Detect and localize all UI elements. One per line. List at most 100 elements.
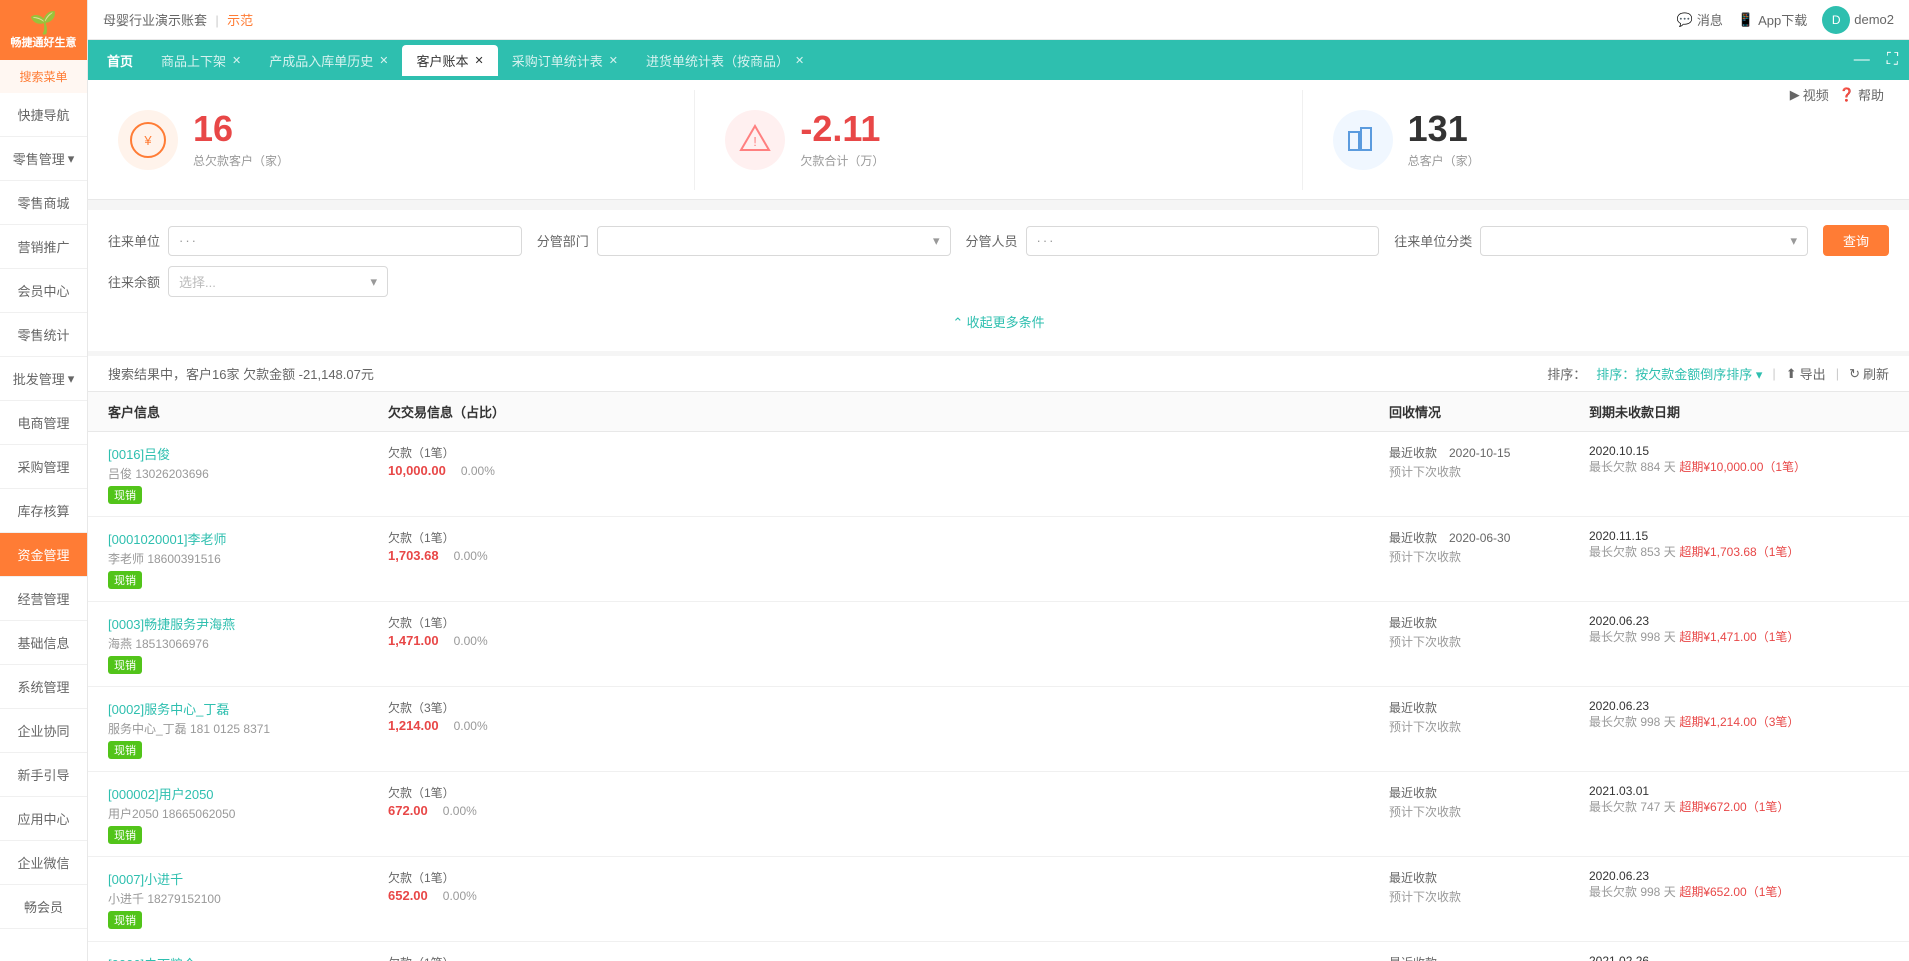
tab-products-offline[interactable]: 商品上下架 ✕ — [147, 45, 255, 76]
tab-close-icon[interactable]: ✕ — [475, 54, 484, 67]
debt-percent: 0.00% — [443, 889, 477, 903]
sidebar-item-member-plus[interactable]: 畅会员 — [0, 885, 87, 929]
debt-label: 欠款（1笔） — [388, 869, 1389, 886]
sidebar-item-app-center[interactable]: 应用中心 — [0, 797, 87, 841]
query-button[interactable]: 查询 — [1823, 225, 1889, 256]
chevron-down-icon: ▾ — [370, 274, 377, 290]
sidebar-item-retail-mgmt[interactable]: 零售管理 ▾ — [0, 137, 87, 181]
total-debt-label: 欠款合计（万） — [800, 152, 884, 169]
overdue-amount[interactable]: 超期¥10,000.00（1笔） — [1679, 460, 1806, 474]
customer-name[interactable]: [000002]用户2050 — [108, 784, 388, 803]
main-content: 母婴行业演示账套 | 示范 💬 消息 📱 App下载 D demo2 首页 商品… — [88, 0, 1909, 961]
refresh-button[interactable]: ↻ 刷新 — [1849, 364, 1889, 383]
sort-button[interactable]: 排序：按欠款金额倒序排序 ▾ — [1596, 364, 1762, 383]
debtors-label: 总欠款客户（家） — [193, 152, 289, 169]
search-menu[interactable]: 搜索菜单 — [0, 60, 87, 93]
overdue-info-row: 最长欠款 884 天 超期¥10,000.00（1笔） — [1589, 458, 1889, 475]
message-button[interactable]: 💬 消息 — [1677, 10, 1723, 29]
app-logo: 🌱 畅捷通好生意 — [0, 0, 87, 60]
sidebar-item-base-info[interactable]: 基础信息 — [0, 621, 87, 665]
sidebar-item-quick-nav[interactable]: 快捷导航 — [0, 93, 87, 137]
export-button[interactable]: ⬆ 导出 — [1786, 364, 1826, 383]
sidebar-item-member[interactable]: 会员中心 — [0, 269, 87, 313]
customer-info-cell: [0002]服务中心_丁磊 服务中心_丁磊 181 0125 8371 现销 — [108, 699, 388, 759]
tab-close-icon[interactable]: ✕ — [609, 54, 618, 67]
overdue-amount[interactable]: 超期¥1,214.00（3笔） — [1679, 715, 1799, 729]
tab-import-stats[interactable]: 进货单统计表（按商品） ✕ — [632, 45, 818, 76]
debt-amount[interactable]: 1,214.00 — [388, 718, 439, 733]
sidebar-item-inventory[interactable]: 库存核算 — [0, 489, 87, 533]
customer-name[interactable]: [0002]服务中心_丁磊 — [108, 699, 388, 718]
sidebar-item-new-guide[interactable]: 新手引导 — [0, 753, 87, 797]
maximize-icon[interactable]: ⛶ — [1881, 49, 1904, 71]
minimize-icon[interactable]: — — [1848, 49, 1876, 71]
help-link[interactable]: ❓ 帮助 — [1839, 85, 1884, 104]
sidebar-item-enterprise[interactable]: 企业协同 — [0, 709, 87, 753]
collection-label: 最近收款 — [1389, 699, 1589, 716]
overdue-amount[interactable]: 超期¥1,703.68（1笔） — [1679, 545, 1799, 559]
unit-type-select[interactable]: ▾ — [1480, 226, 1808, 256]
tab-customer-accounts[interactable]: 客户账本 ✕ — [402, 45, 497, 76]
tab-close-icon[interactable]: ✕ — [232, 54, 241, 67]
sidebar-item-operations[interactable]: 经营管理 — [0, 577, 87, 621]
balance-label: 往来余额 — [108, 272, 160, 291]
sidebar-item-wholesale-mgmt[interactable]: 批发管理 ▾ — [0, 357, 87, 401]
customer-name[interactable]: [0001020001]李老师 — [108, 529, 388, 548]
department-select[interactable]: ▾ — [597, 226, 951, 256]
customer-name[interactable]: [0006]去下粮仓 — [108, 954, 388, 961]
total-customers-label: 总客户（家） — [1408, 152, 1480, 169]
sidebar-item-marketing[interactable]: 营销推广 — [0, 225, 87, 269]
manager-input[interactable]: ··· — [1026, 226, 1380, 256]
sidebar-item-retail-stats[interactable]: 零售统计 — [0, 313, 87, 357]
debt-amount[interactable]: 652.00 — [388, 888, 428, 903]
tab-purchase-order-stats[interactable]: 采购订单统计表 ✕ — [498, 45, 632, 76]
sidebar-item-system[interactable]: 系统管理 — [0, 665, 87, 709]
customer-name[interactable]: [0007]小进千 — [108, 869, 388, 888]
tab-home[interactable]: 首页 — [93, 45, 147, 76]
debt-info-cell: 欠款（3笔） 1,214.00 0.00% — [388, 699, 1389, 733]
app-download-button[interactable]: 📱 App下载 — [1738, 10, 1807, 29]
table-row: [0002]服务中心_丁磊 服务中心_丁磊 181 0125 8371 现销 欠… — [88, 687, 1909, 772]
customer-name[interactable]: [0003]畅捷服务尹海燕 — [108, 614, 388, 633]
sidebar-item-finance[interactable]: 资金管理 — [0, 533, 87, 577]
chevron-down-icon: ▾ — [1756, 367, 1763, 382]
user-avatar[interactable]: D demo2 — [1822, 6, 1894, 34]
stats-bar: ¥ 16 总欠款客户（家） ! -2.11 欠款合计（万） — [88, 80, 1909, 200]
result-summary: 搜索结果中，客户16家 欠款金额 -21,148.07元 — [108, 364, 374, 383]
tab-close-icon[interactable]: ✕ — [379, 54, 388, 67]
filter-area: 往来单位 ··· 分管部门 ▾ 分管人员 ··· — [88, 210, 1909, 351]
collection-next: 预计下次收款 — [1389, 463, 1589, 480]
tab-production-history[interactable]: 产成品入库单历史 ✕ — [255, 45, 402, 76]
debt-row: 672.00 0.00% — [388, 801, 1389, 818]
collection-next: 预计下次收款 — [1389, 888, 1589, 905]
overdue-amount[interactable]: 超期¥672.00（1笔） — [1679, 800, 1789, 814]
sidebar-item-retail-mall[interactable]: 零售商城 — [0, 181, 87, 225]
sidebar-item-purchase[interactable]: 采购管理 — [0, 445, 87, 489]
debt-amount[interactable]: 10,000.00 — [388, 463, 446, 478]
store-name: 母婴行业演示账套 | 示范 — [103, 10, 253, 29]
debt-amount[interactable]: 1,703.68 — [388, 548, 439, 563]
header-debt-info: 欠交易信息（占比） — [388, 402, 1389, 421]
customer-tag: 现销 — [108, 571, 142, 589]
chevron-down-icon: ▾ — [933, 233, 940, 249]
overdue-info-row: 最长欠款 998 天 超期¥1,471.00（1笔） — [1589, 628, 1889, 645]
source-unit-input[interactable]: ··· — [168, 226, 522, 256]
customer-info-cell: [000002]用户2050 用户2050 18665062050 现销 — [108, 784, 388, 844]
customer-name[interactable]: [0016]吕俊 — [108, 444, 388, 463]
svg-text:!: ! — [754, 134, 758, 149]
video-link[interactable]: ▶ 视频 — [1790, 85, 1829, 104]
overdue-amount[interactable]: 超期¥652.00（1笔） — [1679, 885, 1789, 899]
tab-close-icon[interactable]: ✕ — [795, 54, 804, 67]
overdue-amount[interactable]: 超期¥1,471.00（1笔） — [1679, 630, 1799, 644]
debt-amount[interactable]: 1,471.00 — [388, 633, 439, 648]
collapse-button[interactable]: ⌃ 收起更多条件 — [108, 307, 1889, 336]
customer-tag: 现销 — [108, 826, 142, 844]
result-info: 搜索结果中，客户16家 欠款金额 -21,148.07元 排序： 排序：按欠款金… — [88, 356, 1909, 392]
debt-amount[interactable]: 672.00 — [388, 803, 428, 818]
sidebar-item-wechat[interactable]: 企业微信 — [0, 841, 87, 885]
balance-select[interactable]: 选择... ▾ — [168, 266, 388, 297]
brand-label[interactable]: 示范 — [227, 13, 253, 28]
filter-unit-type: 往来单位分类 ▾ — [1394, 226, 1808, 256]
sidebar-item-ecommerce[interactable]: 电商管理 — [0, 401, 87, 445]
collection-label: 最近收款 — [1389, 954, 1589, 961]
